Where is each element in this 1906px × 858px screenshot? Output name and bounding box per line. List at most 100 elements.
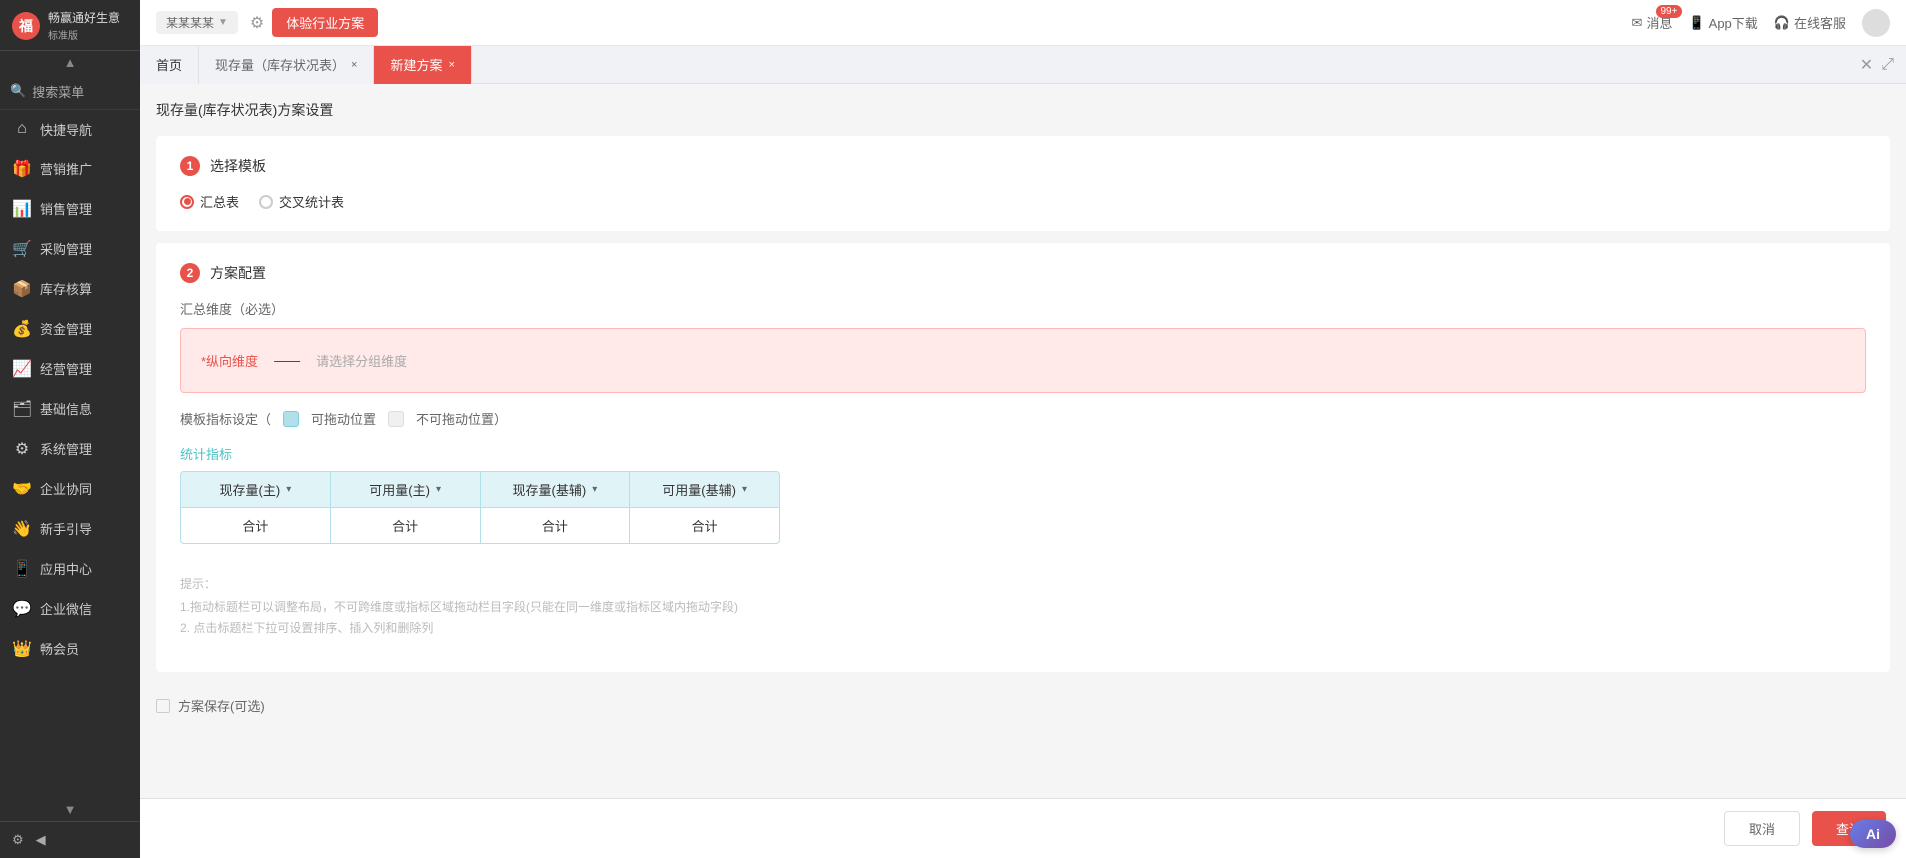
sidebar-item-wechat[interactable]: 💬 企业微信 — [0, 589, 140, 629]
tips-item-0: 1.拖动标题栏可以调整布局，不可跨维度或指标区域拖动栏目字段(只能在同一维度或指… — [180, 598, 1866, 615]
step2-section: 2 方案配置 汇总维度（必选） *纵向维度 —— 请选择分组维度 模板指标设定（… — [156, 243, 1890, 672]
sidebar-item-basic-info[interactable]: 🗂 基础信息 — [0, 389, 140, 429]
system-icon: ⚙ — [12, 439, 32, 459]
user-avatar[interactable] — [1862, 9, 1890, 37]
step1-header: 1 选择模板 — [180, 156, 1866, 176]
sidebar-item-label: 应用中心 — [40, 559, 92, 578]
sidebar-scroll-down[interactable]: ▼ — [0, 798, 140, 821]
tips-item-1: 2. 点击标题栏下拉可设置排序、插入列和删除列 — [180, 619, 1866, 636]
quick-nav-icon: ⌂ — [12, 120, 32, 138]
stats-table: 现存量(主) ▾ 可用量(主) ▾ 现存量(基辅) ▾ 可用量(基辅) — [180, 471, 780, 544]
sidebar-scroll-up[interactable]: ▲ — [0, 51, 140, 74]
sidebar-item-label: 畅会员 — [40, 639, 79, 658]
sidebar-item-member[interactable]: 👑 畅会员 — [0, 629, 140, 669]
settings-icon[interactable]: ⚙ — [12, 832, 24, 848]
tab-new-plan[interactable]: 新建方案 × — [374, 46, 471, 84]
cancel-button[interactable]: 取消 — [1724, 811, 1800, 846]
service-label: 在线客服 — [1794, 13, 1846, 32]
stats-section-label: 统计指标 — [180, 444, 1866, 463]
ai-fab-button[interactable]: Ai — [1850, 820, 1896, 848]
radio-summary[interactable]: 汇总表 — [180, 192, 239, 211]
non-draggable-label: 不可拖动位置） — [416, 409, 507, 428]
dimension-required-label: *纵向维度 — [201, 351, 258, 370]
sidebar-item-cooperation[interactable]: 🤝 企业协同 — [0, 469, 140, 509]
tab-home[interactable]: 首页 — [140, 46, 199, 84]
service-icon: 🎧 — [1774, 15, 1790, 31]
sidebar-bottom: ⚙ ◀ — [0, 821, 140, 858]
sales-icon: 📊 — [12, 199, 32, 219]
user-name: 某某某某 — [166, 14, 214, 31]
sidebar-nav: ⌂ 快捷导航 🎁 营销推广 📊 销售管理 🛒 采购管理 📦 库存核算 💰 资金管… — [0, 110, 140, 798]
footer-bar: 取消 查询 — [140, 798, 1906, 858]
step1-section: 1 选择模板 汇总表 交叉统计表 — [156, 136, 1890, 231]
stats-header: 现存量(主) ▾ 可用量(主) ▾ 现存量(基辅) ▾ 可用量(基辅) — [181, 472, 779, 507]
sidebar-item-operation[interactable]: 📈 经营管理 — [0, 349, 140, 389]
message-icon: ✉ — [1632, 15, 1643, 31]
collapse-icon[interactable]: ◀ — [36, 832, 46, 848]
page-title: 现存量(库存状况表)方案设置 — [156, 100, 1890, 120]
step2-header: 2 方案配置 — [180, 263, 1866, 283]
marketing-icon: 🎁 — [12, 159, 32, 179]
app-download-icon: 📱 — [1688, 15, 1704, 31]
expand-icon[interactable]: ⤢ — [1881, 56, 1894, 74]
content-area: 现存量(库存状况表)方案设置 1 选择模板 汇总表 交叉统计表 2 — [140, 84, 1906, 798]
template-indicator-prefix: 模板指标设定（ — [180, 409, 271, 428]
save-checkbox[interactable] — [156, 699, 170, 713]
sidebar-item-label: 经营管理 — [40, 359, 92, 378]
online-service-button[interactable]: 🎧 在线客服 — [1774, 13, 1846, 32]
sidebar-item-label: 新手引导 — [40, 519, 92, 538]
stats-col-available-main-label: 可用量(主) — [369, 480, 430, 499]
sidebar-item-quick-nav[interactable]: ⌂ 快捷导航 — [0, 110, 140, 149]
sidebar-item-purchase[interactable]: 🛒 采购管理 — [0, 229, 140, 269]
search-icon: 🔍 — [10, 83, 26, 99]
stats-col-available-main[interactable]: 可用量(主) ▾ — [331, 472, 481, 507]
topbar-user[interactable]: 某某某某 ▼ — [156, 11, 238, 34]
sidebar-item-label: 库存核算 — [40, 279, 92, 298]
stats-col-current-aux-label: 现存量(基辅) — [513, 480, 587, 499]
search-menu[interactable]: 🔍 搜索菜单 — [0, 74, 140, 110]
sidebar-item-label: 企业协同 — [40, 479, 92, 498]
tab-new-plan-close[interactable]: × — [448, 59, 454, 71]
topbar: 某某某某 ▼ ⚙ 体验行业方案 ✉ 消息 99+ 📱 App下载 🎧 在线客服 — [140, 0, 1906, 46]
sidebar-item-finance[interactable]: 💰 资金管理 — [0, 309, 140, 349]
stats-col-current-main[interactable]: 现存量(主) ▾ — [181, 472, 331, 507]
stats-body-cell-0: 合计 — [181, 508, 331, 543]
close-all-icon[interactable]: ✕ — [1860, 55, 1873, 75]
app-center-icon: 📱 — [12, 559, 32, 579]
sidebar-item-app-center[interactable]: 📱 应用中心 — [0, 549, 140, 589]
tab-inventory-label: 现存量（库存状况表） — [215, 55, 345, 74]
tab-inventory-close[interactable]: × — [351, 59, 357, 71]
dimension-area[interactable]: *纵向维度 —— 请选择分组维度 — [180, 328, 1866, 393]
sidebar-item-label: 快捷导航 — [40, 120, 92, 139]
topbar-gear-icon[interactable]: ⚙ — [250, 13, 264, 33]
app-download-button[interactable]: 📱 App下载 — [1688, 13, 1757, 32]
operation-icon: 📈 — [12, 359, 32, 379]
sidebar-item-system[interactable]: ⚙ 系统管理 — [0, 429, 140, 469]
new-guide-icon: 👋 — [12, 519, 32, 539]
sidebar-item-label: 基础信息 — [40, 399, 92, 418]
basic-info-icon: 🗂 — [12, 399, 32, 419]
cooperation-icon: 🤝 — [12, 479, 32, 499]
draggable-indicator-box — [283, 411, 299, 427]
dimension-section-label: 汇总维度（必选） — [180, 299, 1866, 318]
step1-title: 选择模板 — [210, 156, 266, 176]
chevron-down-icon: ▾ — [742, 484, 747, 495]
stats-col-current-aux[interactable]: 现存量(基辅) ▾ — [481, 472, 631, 507]
sidebar-item-marketing[interactable]: 🎁 营销推广 — [0, 149, 140, 189]
step2-title: 方案配置 — [210, 263, 266, 283]
topbar-left: 某某某某 ▼ ⚙ 体验行业方案 — [156, 8, 1620, 37]
non-draggable-indicator-box — [388, 411, 404, 427]
sidebar-item-label: 资金管理 — [40, 319, 92, 338]
purchase-icon: 🛒 — [12, 239, 32, 259]
stats-col-available-aux[interactable]: 可用量(基辅) ▾ — [630, 472, 779, 507]
sidebar-item-inventory[interactable]: 📦 库存核算 — [0, 269, 140, 309]
tab-new-plan-label: 新建方案 — [390, 55, 442, 74]
sidebar-item-sales[interactable]: 📊 销售管理 — [0, 189, 140, 229]
member-icon: 👑 — [12, 639, 32, 659]
tab-inventory-status[interactable]: 现存量（库存状况表） × — [199, 46, 374, 84]
trial-button[interactable]: 体验行业方案 — [272, 8, 378, 37]
sidebar-item-new-guide[interactable]: 👋 新手引导 — [0, 509, 140, 549]
radio-cross[interactable]: 交叉统计表 — [259, 192, 344, 211]
message-button[interactable]: ✉ 消息 99+ — [1632, 13, 1673, 32]
dropdown-icon[interactable]: ▼ — [218, 17, 228, 28]
